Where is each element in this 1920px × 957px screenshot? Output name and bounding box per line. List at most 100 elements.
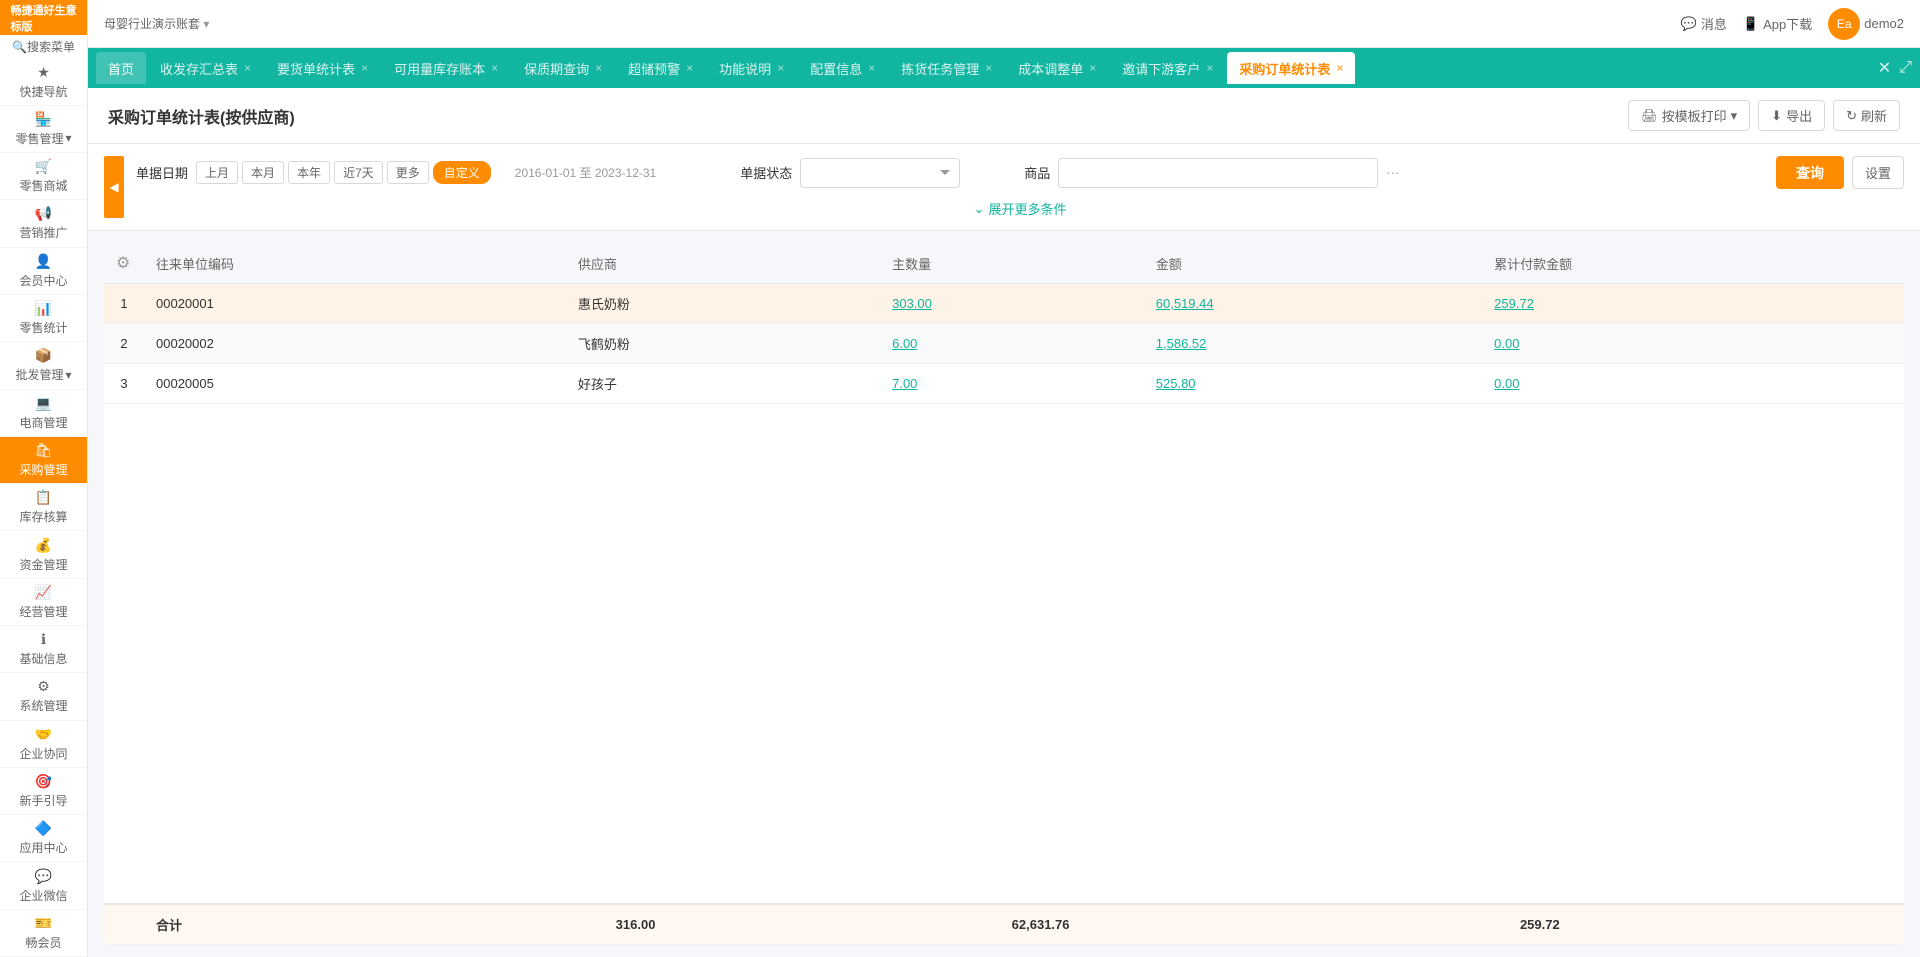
sidebar-item-marketing[interactable]: 📢 营销推广 xyxy=(0,200,87,247)
tab-function-desc[interactable]: 功能说明 × xyxy=(707,52,796,84)
sidebar-item-ecommerce[interactable]: 💻 电商管理 xyxy=(0,390,87,437)
date-btn-this-year[interactable]: 本年 xyxy=(288,161,330,184)
date-btn-this-month[interactable]: 本月 xyxy=(242,161,284,184)
sidebar-item-ecommerce-label: 电商管理 xyxy=(19,414,67,431)
th-amount: 金额 xyxy=(1144,243,1482,284)
tab-purchase-stat-close[interactable]: × xyxy=(1336,61,1343,75)
page-header: 采购订单统计表(按供应商) 🖨 按模板打印 ▾ ⬇ 导出 ↻ 刷新 xyxy=(88,88,1920,144)
tab-invite-downstream-close[interactable]: × xyxy=(1206,61,1213,75)
sidebar-item-app-center[interactable]: 🔷 应用中心 xyxy=(0,815,87,862)
sidebar-item-retail-stats[interactable]: 📊 零售统计 xyxy=(0,295,87,342)
date-btn-last-month[interactable]: 上月 xyxy=(196,161,238,184)
tab-function-desc-label: 功能说明 xyxy=(719,59,771,78)
row-code-2: 00020005 xyxy=(144,364,566,404)
footer-total-label: 合计 xyxy=(144,904,455,945)
tab-function-desc-close[interactable]: × xyxy=(777,61,784,75)
expand-conditions-btn[interactable]: ⌄ 展开更多条件 xyxy=(974,199,1067,218)
tab-expiry-query[interactable]: 保质期查询 × xyxy=(512,52,614,84)
query-btn[interactable]: 查询 xyxy=(1776,156,1844,189)
date-btn-7days[interactable]: 近7天 xyxy=(334,161,383,184)
retail-icon: 🏪 xyxy=(35,111,52,128)
goods-more-icon[interactable]: ··· xyxy=(1386,165,1399,180)
sidebar-item-quick-nav[interactable]: ★ 快捷导航 xyxy=(0,58,87,105)
tab-config-info-close[interactable]: × xyxy=(868,61,875,75)
row-code-0: 00020001 xyxy=(144,284,566,324)
tab-goods-stat[interactable]: 要货单统计表 × xyxy=(265,52,380,84)
tab-receive-send[interactable]: 收发存汇总表 × xyxy=(148,52,263,84)
message-icon: 💬 xyxy=(1681,16,1697,32)
tab-close-all-btn[interactable]: ✕ xyxy=(1878,58,1891,78)
message-btn[interactable]: 💬 消息 xyxy=(1681,14,1727,33)
row-quantity-2[interactable]: 7.00 xyxy=(880,364,1144,404)
app-download-btn[interactable]: 📱 App下载 xyxy=(1743,14,1812,33)
row-amount-2[interactable]: 525.80 xyxy=(1144,364,1482,404)
sidebar-item-operations[interactable]: 📈 经营管理 xyxy=(0,579,87,626)
refresh-btn[interactable]: ↻ 刷新 xyxy=(1833,100,1900,131)
sidebar-item-search[interactable]: 🔍 搜索菜单 xyxy=(0,35,87,58)
th-gear: ⚙ xyxy=(104,243,144,284)
tab-expiry-query-close[interactable]: × xyxy=(595,61,602,75)
filter-section: ◀ 单据日期 上月 本月 本年 近7天 更多 自定义 xyxy=(104,156,1904,218)
footer-row: 合计 316.00 62,631.76 259.72 xyxy=(104,904,1904,945)
sidebar-item-system-label: 系统管理 xyxy=(19,697,67,714)
settings-btn[interactable]: 设置 xyxy=(1852,156,1904,189)
settings-icon[interactable]: ⚙ xyxy=(116,255,130,272)
user-info[interactable]: Ea demo2 xyxy=(1828,8,1904,40)
sidebar-item-retail-mgmt[interactable]: 🏪 零售管理 ▾ xyxy=(0,106,87,153)
export-btn[interactable]: ⬇ 导出 xyxy=(1758,100,1825,131)
date-btn-custom[interactable]: 自定义 xyxy=(433,161,491,184)
status-select[interactable] xyxy=(800,158,960,188)
tab-pick-task-close[interactable]: × xyxy=(985,61,992,75)
tab-available-stock-close[interactable]: × xyxy=(491,61,498,75)
inventory-icon: 📋 xyxy=(35,489,52,506)
breadcrumb-arrow[interactable]: ▾ xyxy=(203,17,209,31)
filter-collapse-btn[interactable]: ◀ xyxy=(104,156,124,218)
sidebar-item-retail-stats-label: 零售统计 xyxy=(19,319,67,336)
sidebar-item-basics[interactable]: ℹ 基础信息 xyxy=(0,626,87,673)
filter-area: ◀ 单据日期 上月 本月 本年 近7天 更多 自定义 xyxy=(88,144,1920,231)
tab-available-stock[interactable]: 可用量库存账本 × xyxy=(382,52,510,84)
header-actions: 💬 消息 📱 App下载 Ea demo2 xyxy=(1681,8,1904,40)
tab-invite-downstream[interactable]: 邀请下游客户 × xyxy=(1110,52,1225,84)
sidebar-item-purchase[interactable]: 🛍 采购管理 xyxy=(0,437,87,484)
sidebar-item-member2[interactable]: 🎫 畅会员 xyxy=(0,910,87,957)
download-icon: 📱 xyxy=(1743,16,1759,32)
tab-config-info-label: 配置信息 xyxy=(810,59,862,78)
tab-purchase-stat-label: 采购订单统计表 xyxy=(1239,59,1330,78)
template-print-btn[interactable]: 🖨 按模板打印 ▾ xyxy=(1628,100,1750,131)
tab-overstock-alert[interactable]: 超储预警 × xyxy=(616,52,705,84)
sidebar-item-member[interactable]: 👤 会员中心 xyxy=(0,248,87,295)
tab-goods-stat-close[interactable]: × xyxy=(361,61,368,75)
sidebar-item-enterprise[interactable]: 🤝 企业协同 xyxy=(0,721,87,768)
tab-restore-btn[interactable]: ⤢ xyxy=(1899,59,1912,77)
refresh-icon: ↻ xyxy=(1846,108,1857,124)
tab-pick-task[interactable]: 拣货任务管理 × xyxy=(889,52,1004,84)
sidebar-item-system[interactable]: ⚙ 系统管理 xyxy=(0,673,87,720)
sidebar-item-newbie[interactable]: 🎯 新手引导 xyxy=(0,768,87,815)
sidebar-item-retail-mall[interactable]: 🛒 零售商城 xyxy=(0,153,87,200)
row-paid-2[interactable]: 0.00 xyxy=(1482,364,1904,404)
tab-home[interactable]: 首页 xyxy=(96,52,146,84)
tab-purchase-stat[interactable]: 采购订单统计表 × xyxy=(1227,52,1355,84)
tab-cost-adjust-close[interactable]: × xyxy=(1089,61,1096,75)
goods-input[interactable] xyxy=(1058,158,1378,188)
tab-config-info[interactable]: 配置信息 × xyxy=(798,52,887,84)
row-amount-0[interactable]: 60,519.44 xyxy=(1144,284,1482,324)
tab-cost-adjust[interactable]: 成本调整单 × xyxy=(1006,52,1108,84)
tab-receive-send-close[interactable]: × xyxy=(244,61,251,75)
row-quantity-1[interactable]: 6.00 xyxy=(880,324,1144,364)
tab-overstock-alert-close[interactable]: × xyxy=(686,61,693,75)
purchase-icon: 🛍 xyxy=(35,442,53,459)
export-icon: ⬇ xyxy=(1771,108,1782,124)
finance-icon: 💰 xyxy=(35,537,52,554)
row-paid-0[interactable]: 259.72 xyxy=(1482,284,1904,324)
sidebar-item-enterprise-wechat[interactable]: 💬 企业微信 xyxy=(0,862,87,909)
date-label: 单据日期 xyxy=(136,163,188,182)
sidebar-item-wholesale[interactable]: 📦 批发管理 ▾ xyxy=(0,342,87,389)
date-btn-more[interactable]: 更多 xyxy=(387,161,429,184)
sidebar-item-finance[interactable]: 💰 资金管理 xyxy=(0,531,87,578)
row-amount-1[interactable]: 1,586.52 xyxy=(1144,324,1482,364)
row-quantity-0[interactable]: 303.00 xyxy=(880,284,1144,324)
row-paid-1[interactable]: 0.00 xyxy=(1482,324,1904,364)
sidebar-item-inventory[interactable]: 📋 库存核算 xyxy=(0,484,87,531)
